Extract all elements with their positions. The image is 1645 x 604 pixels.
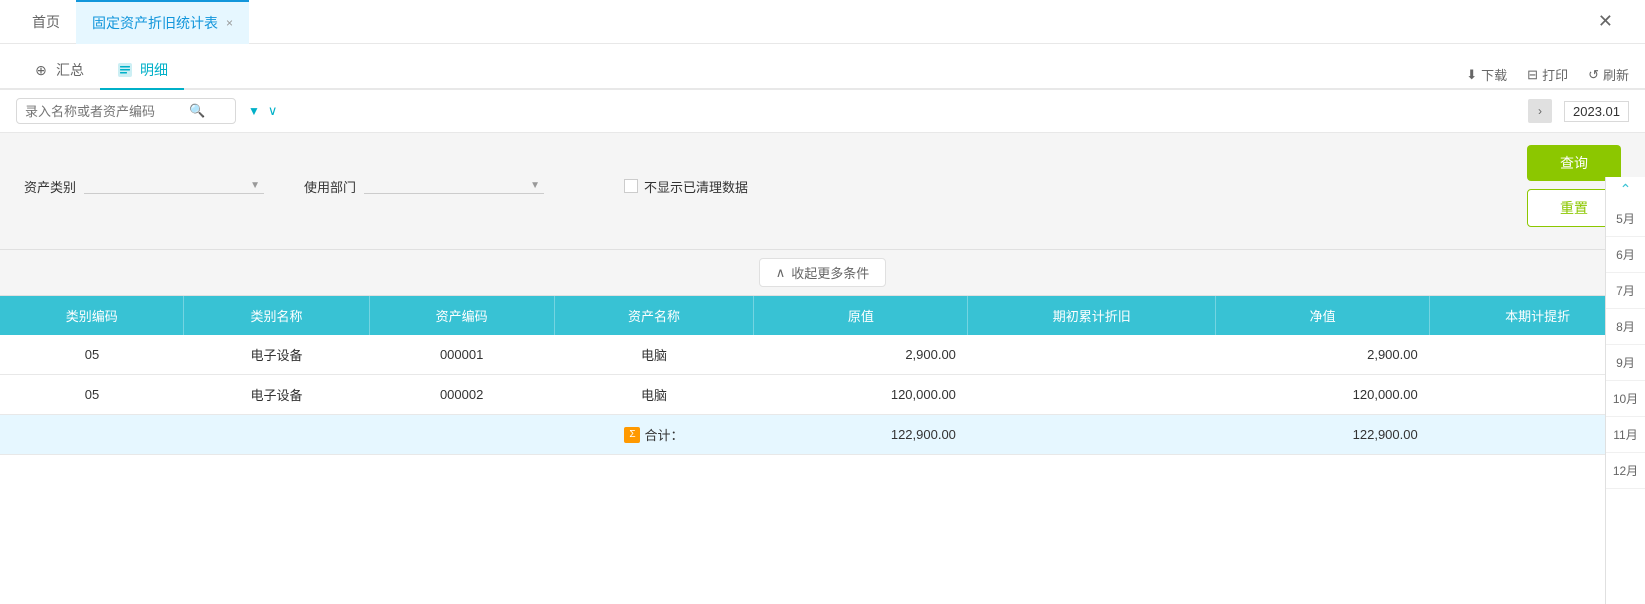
tab-close-icon[interactable]: ×: [226, 16, 233, 30]
date-badge: 2023.01: [1564, 101, 1629, 122]
main-content: 资产类别 ▼ 使用部门 ▼ 不显示已清理数据: [0, 133, 1645, 604]
more-conditions-btn[interactable]: ▼ ∨: [248, 103, 277, 119]
col-accum-depreciation: 期初累计折旧: [968, 296, 1216, 335]
collapse-label: 收起更多条件: [791, 263, 869, 282]
hide-cleared-checkbox[interactable]: [624, 179, 638, 193]
active-tab[interactable]: 固定资产折旧统计表 ×: [76, 0, 249, 44]
department-arrow-icon: ▼: [530, 180, 540, 191]
total-original-value: 122,900.00: [754, 415, 968, 455]
col-asset-name: 资产名称: [554, 296, 754, 335]
tab-detail[interactable]: 明细: [100, 52, 184, 90]
detail-icon: [116, 61, 134, 79]
chevron-up-icon: ∧: [776, 265, 786, 281]
asset-category-select[interactable]: ▼: [84, 178, 264, 194]
asset-category-arrow-icon: ▼: [250, 180, 260, 191]
department-select[interactable]: ▼: [364, 178, 544, 194]
collapse-bar: ∧ 收起更多条件: [0, 250, 1645, 296]
print-icon: ⊟: [1527, 67, 1538, 83]
total-icon: Σ: [624, 427, 640, 443]
total-accum-depreciation: [968, 415, 1216, 455]
search-bar: 🔍 ▼ ∨ › 2023.01: [0, 90, 1645, 133]
col-original-value: 原值: [754, 296, 968, 335]
department-field: 使用部门 ▼: [304, 177, 544, 196]
scroll-up-btn[interactable]: ⌃: [1606, 177, 1645, 201]
filter-area: 资产类别 ▼ 使用部门 ▼ 不显示已清理数据: [0, 133, 1645, 250]
table-row: 05 电子设备 000001 电脑 2,900.00 2,900.00: [0, 335, 1645, 375]
search-input-wrap[interactable]: 🔍: [16, 98, 236, 124]
tab-title: 固定资产折旧统计表: [92, 13, 218, 33]
top-nav: 首页 固定资产折旧统计表 × ✕: [0, 0, 1645, 44]
cell-net-value: 120,000.00: [1216, 375, 1430, 415]
filter-row: 资产类别 ▼ 使用部门 ▼ 不显示已清理数据: [24, 145, 1621, 227]
data-table: 类别编码 类别名称 资产编码 资产名称 原值 期初累计折旧 净值 本期计提折 0…: [0, 296, 1645, 455]
department-label: 使用部门: [304, 177, 356, 196]
cell-category-code: 05: [0, 375, 184, 415]
month-item[interactable]: 7月: [1606, 273, 1645, 309]
total-label-cell: [0, 415, 554, 455]
month-item[interactable]: 9月: [1606, 345, 1645, 381]
data-table-wrap: 类别编码 类别名称 资产编码 资产名称 原值 期初累计折旧 净值 本期计提折 0…: [0, 296, 1645, 604]
month-item[interactable]: 12月: [1606, 453, 1645, 489]
cell-asset-code: 000002: [369, 375, 554, 415]
filter-icon: ▼: [248, 104, 260, 118]
hide-cleared-label: 不显示已清理数据: [644, 177, 748, 196]
collapse-btn[interactable]: ∧ 收起更多条件: [759, 258, 887, 287]
tab-summary[interactable]: ⊕ 汇总: [16, 52, 100, 90]
cell-accum-depreciation: [968, 335, 1216, 375]
col-asset-code: 资产编码: [369, 296, 554, 335]
table-row: 05 电子设备 000002 电脑 120,000.00 120,000.00: [0, 375, 1645, 415]
window-close-icon[interactable]: ✕: [1598, 11, 1629, 32]
home-nav-item[interactable]: 首页: [16, 12, 76, 32]
month-item[interactable]: 11月: [1606, 417, 1645, 453]
cell-category-code: 05: [0, 335, 184, 375]
detail-tab-label: 明细: [140, 60, 168, 80]
total-net-value: 122,900.00: [1216, 415, 1430, 455]
nav-arrow-right-btn[interactable]: ›: [1528, 99, 1552, 123]
cell-asset-name: 电脑: [554, 375, 754, 415]
cell-net-value: 2,900.00: [1216, 335, 1430, 375]
asset-category-field: 资产类别 ▼: [24, 177, 264, 196]
content-area: 资产类别 ▼ 使用部门 ▼ 不显示已清理数据: [0, 133, 1645, 604]
month-item[interactable]: 10月: [1606, 381, 1645, 417]
month-list: 5月6月7月8月9月10月11月12月: [1606, 201, 1645, 489]
tab-bar: ⊕ 汇总 明细 ⬇ 下载 ⊟ 打印 ↺ 刷新: [0, 44, 1645, 90]
month-item[interactable]: 5月: [1606, 201, 1645, 237]
cell-asset-name: 电脑: [554, 335, 754, 375]
download-btn[interactable]: ⬇ 下载: [1466, 65, 1507, 84]
tab-actions: ⬇ 下载 ⊟ 打印 ↺ 刷新: [1466, 65, 1629, 88]
search-input[interactable]: [25, 104, 185, 119]
total-row: Σ 合计： 122,900.00 122,900.00: [0, 415, 1645, 455]
cell-category-name: 电子设备: [184, 375, 369, 415]
summary-tab-label: 汇总: [56, 60, 84, 80]
query-button[interactable]: 查询: [1527, 145, 1621, 181]
print-label: 打印: [1542, 65, 1568, 84]
refresh-btn[interactable]: ↺ 刷新: [1588, 65, 1629, 84]
col-category-name: 类别名称: [184, 296, 369, 335]
cell-original-value: 2,900.00: [754, 335, 968, 375]
cell-category-name: 电子设备: [184, 335, 369, 375]
search-icon: 🔍: [189, 103, 205, 119]
cell-asset-code: 000001: [369, 335, 554, 375]
total-label: Σ 合计：: [554, 415, 754, 455]
col-net-value: 净值: [1216, 296, 1430, 335]
refresh-icon: ↺: [1588, 67, 1599, 83]
col-category-code: 类别编码: [0, 296, 184, 335]
refresh-label: 刷新: [1603, 65, 1629, 84]
month-item[interactable]: 6月: [1606, 237, 1645, 273]
table-body: 05 电子设备 000001 电脑 2,900.00 2,900.00 05 电…: [0, 335, 1645, 455]
asset-category-label: 资产类别: [24, 177, 76, 196]
chevron-down-icon: ∨: [268, 103, 278, 119]
month-item[interactable]: 8月: [1606, 309, 1645, 345]
print-btn[interactable]: ⊟ 打印: [1527, 65, 1568, 84]
cell-accum-depreciation: [968, 375, 1216, 415]
table-header-row: 类别编码 类别名称 资产编码 资产名称 原值 期初累计折旧 净值 本期计提折: [0, 296, 1645, 335]
cell-original-value: 120,000.00: [754, 375, 968, 415]
hide-cleared-wrap: 不显示已清理数据: [624, 177, 748, 196]
summary-icon: ⊕: [32, 61, 50, 79]
download-icon: ⬇: [1466, 67, 1477, 83]
right-panel: ⌃ 5月6月7月8月9月10月11月12月 2023: [1605, 177, 1645, 604]
download-label: 下载: [1481, 65, 1507, 84]
